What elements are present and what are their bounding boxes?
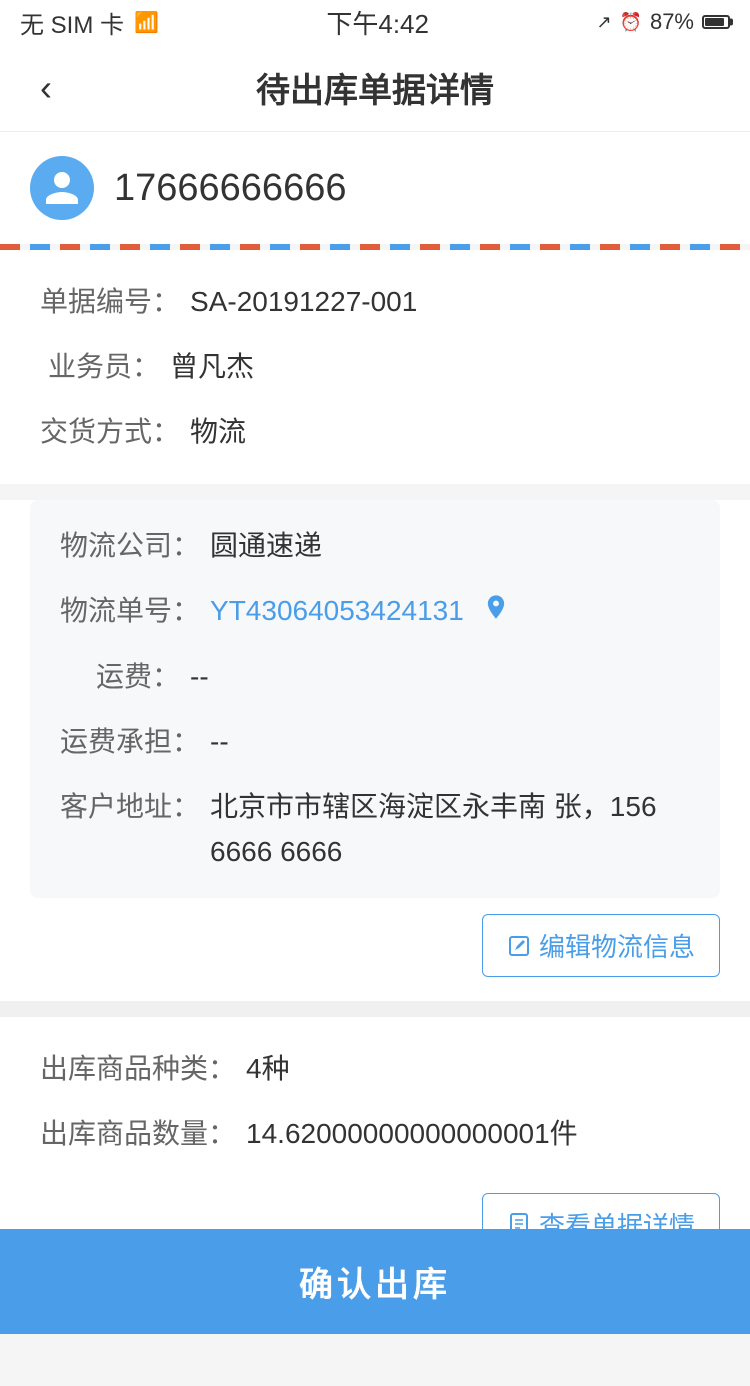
user-section: 17666666666 bbox=[0, 132, 750, 244]
product-quantity-value: 14.62000000000000001件 bbox=[246, 1112, 710, 1157]
product-types-label: 出库商品种类： bbox=[40, 1047, 246, 1092]
order-number-value: SA-20191227-001 bbox=[190, 280, 710, 325]
product-types-value: 4种 bbox=[246, 1047, 710, 1092]
sales-person-value: 曾凡杰 bbox=[170, 345, 710, 390]
nav-bar: ‹ 待出库单据详情 bbox=[0, 44, 750, 132]
carrier-label: 无 SIM 卡 bbox=[20, 5, 124, 40]
freight-bearer-row: 运费承担： -- bbox=[60, 720, 690, 765]
sales-person-row: 业务员： 曾凡杰 bbox=[40, 345, 710, 390]
freight-bearer-label: 运费承担： bbox=[60, 720, 210, 765]
delivery-method-row: 交货方式： 物流 bbox=[40, 410, 710, 455]
product-types-row: 出库商品种类： 4种 bbox=[40, 1047, 710, 1092]
status-left: 无 SIM 卡 📶 bbox=[20, 5, 159, 40]
logistics-company-label: 物流公司： bbox=[60, 524, 210, 569]
user-phone: 17666666666 bbox=[114, 167, 346, 210]
freight-value: -- bbox=[190, 655, 690, 700]
tracking-value: YT43064053424131 bbox=[210, 589, 690, 635]
confirm-btn-container[interactable]: 确认出库 bbox=[0, 1229, 750, 1334]
freight-row: 运费： -- bbox=[60, 655, 690, 700]
freight-label: 运费： bbox=[60, 655, 190, 700]
battery-percent: 87% bbox=[650, 9, 694, 35]
back-button[interactable]: ‹ bbox=[30, 57, 62, 119]
sales-person-label: 业务员： bbox=[40, 345, 170, 390]
status-time: 下午4:42 bbox=[326, 4, 429, 41]
edit-btn-row: 编辑物流信息 bbox=[0, 898, 750, 1001]
page-title: 待出库单据详情 bbox=[256, 63, 494, 112]
separator bbox=[0, 1001, 750, 1017]
logistics-card: 物流公司： 圆通速递 物流单号： YT43064053424131 运费： -- bbox=[30, 500, 720, 898]
tracking-row: 物流单号： YT43064053424131 bbox=[60, 589, 690, 635]
user-avatar-icon bbox=[42, 168, 82, 208]
address-label: 客户地址： bbox=[60, 785, 210, 830]
order-number-label: 单据编号： bbox=[40, 280, 190, 325]
alarm-icon: ⏰ bbox=[620, 12, 642, 33]
address-value: 北京市市辖区海淀区永丰南 张，156 6666 6666 bbox=[210, 785, 690, 875]
status-bar: 无 SIM 卡 📶 下午4:42 ↗ ⏰ 87% bbox=[0, 0, 750, 44]
edit-icon bbox=[507, 934, 531, 958]
order-number-row: 单据编号： SA-20191227-001 bbox=[40, 280, 710, 325]
avatar bbox=[30, 156, 94, 220]
confirm-button-label: 确认出库 bbox=[299, 1266, 451, 1304]
edit-logistics-button[interactable]: 编辑物流信息 bbox=[482, 914, 720, 977]
battery-icon bbox=[702, 15, 730, 29]
logistics-company-row: 物流公司： 圆通速递 bbox=[60, 524, 690, 569]
address-row: 客户地址： 北京市市辖区海淀区永丰南 张，156 6666 6666 bbox=[60, 785, 690, 875]
delivery-method-value: 物流 bbox=[190, 410, 710, 455]
tracking-label: 物流单号： bbox=[60, 589, 210, 634]
wifi-icon: 📶 bbox=[134, 10, 159, 35]
location-icon: ↗ bbox=[596, 12, 611, 33]
product-quantity-label: 出库商品数量： bbox=[40, 1112, 246, 1157]
location-pin-icon[interactable] bbox=[482, 590, 510, 635]
document-info-section: 单据编号： SA-20191227-001 业务员： 曾凡杰 交货方式： 物流 bbox=[0, 250, 750, 484]
freight-bearer-value: -- bbox=[210, 720, 690, 765]
logistics-company-value: 圆通速递 bbox=[210, 524, 690, 569]
status-right: ↗ ⏰ 87% bbox=[596, 9, 730, 35]
delivery-method-label: 交货方式： bbox=[40, 410, 190, 455]
product-quantity-row: 出库商品数量： 14.62000000000000001件 bbox=[40, 1112, 710, 1157]
stock-info-section: 出库商品种类： 4种 出库商品数量： 14.62000000000000001件 bbox=[0, 1017, 750, 1177]
